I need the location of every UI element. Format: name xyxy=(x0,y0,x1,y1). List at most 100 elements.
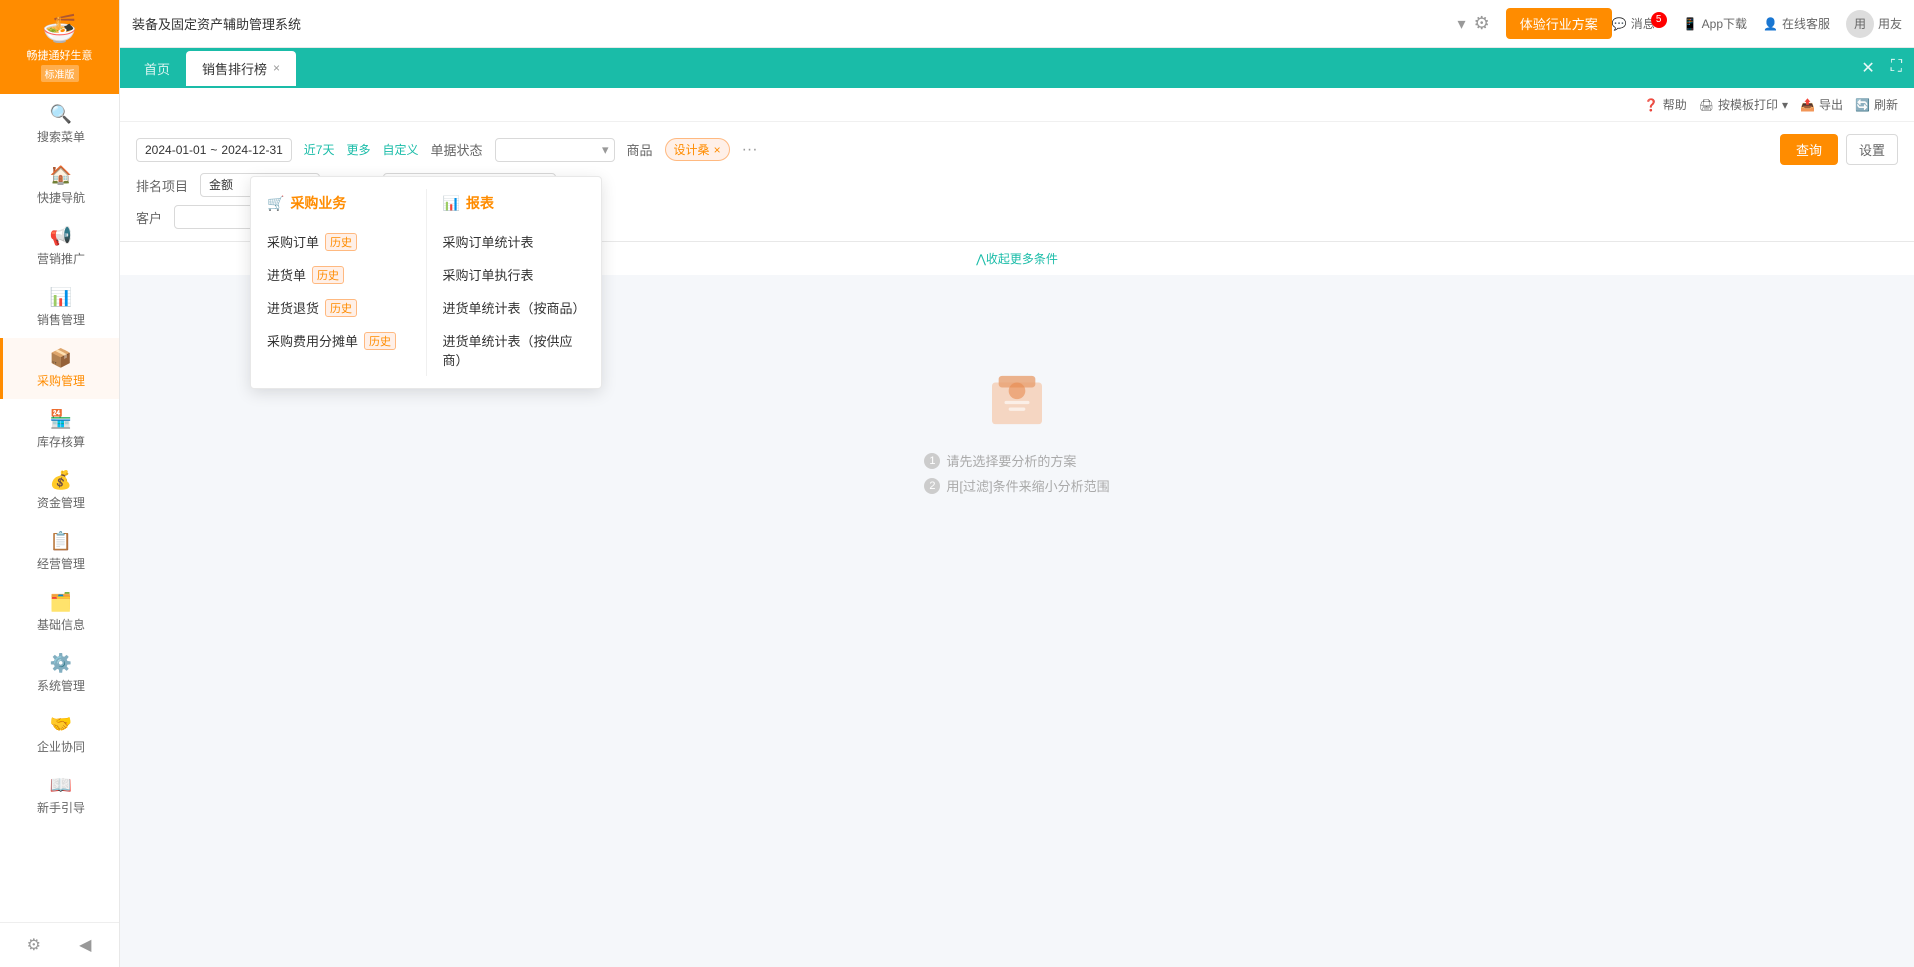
sidebar-item-inventory[interactable]: 🏪 库存核算 xyxy=(0,399,119,460)
menu-item-goods-return[interactable]: 进货退货 历史 xyxy=(259,291,418,324)
tabbar-icons: ✕ ⛶ xyxy=(1857,54,1906,82)
content-area: ❓ 帮助 🖨 按模板打印 ▾ 📤 导出 🔄 刷新 2024-01-01 xyxy=(120,88,1914,967)
sidebar-label-basic: 基础信息 xyxy=(37,616,85,633)
topbar-settings-icon[interactable]: ⚙ xyxy=(1474,13,1490,34)
menu-item-purchase-order[interactable]: 采购订单 历史 xyxy=(259,225,418,258)
sidebar-label-inventory: 库存核算 xyxy=(37,433,85,450)
refresh-icon: 🔄 xyxy=(1855,98,1870,112)
sidebar-icon-finance: 💰 xyxy=(50,470,72,491)
logo-text: 畅捷通好生意 xyxy=(27,49,93,63)
tabbar: 首页 销售排行榜 × ✕ ⛶ xyxy=(120,48,1914,88)
sidebar-item-guide[interactable]: 📖新手引导 xyxy=(0,765,119,826)
menu-item-report-4[interactable]: 进货单统计表（按供应商） xyxy=(435,324,594,376)
purchase-fee-badge: 历史 xyxy=(364,332,396,350)
purchase-order-label: 采购订单 xyxy=(267,232,319,251)
sidebar-icon-search: 🔍 xyxy=(50,104,72,125)
sidebar-item-purchase[interactable]: 📦 采购管理 xyxy=(0,338,119,399)
menu-item-purchase-fee[interactable]: 采购费用分摊单 历史 xyxy=(259,324,418,357)
sidebar: 🍜 畅捷通好生意 标准版 🔍搜索菜单🏠快捷导航📢营销推广📊销售管理📦采购管理🏪库… xyxy=(0,0,120,967)
date-quick-custom[interactable]: 自定义 xyxy=(383,141,419,158)
print-label: 按模板打印 xyxy=(1718,96,1778,113)
user-action[interactable]: 用 用友 xyxy=(1846,10,1902,38)
date-range-picker[interactable]: 2024-01-01 ~ 2024-12-31 xyxy=(136,138,292,162)
setting-button[interactable]: 设置 xyxy=(1846,134,1898,165)
menu-item-report-1[interactable]: 采购订单统计表 xyxy=(435,225,594,258)
sidebar-item-sales[interactable]: 📊 销售管理 xyxy=(0,277,119,338)
sidebar-item-enterprise[interactable]: 🤝企业协同 xyxy=(0,704,119,765)
date-quick-more[interactable]: 更多 xyxy=(346,141,370,158)
sidebar-item-search[interactable]: 🔍搜索菜单 xyxy=(0,94,119,155)
report-header-label: 报表 xyxy=(466,193,494,213)
status-select[interactable] xyxy=(495,138,615,162)
sidebar-nav: 🔍搜索菜单 🏠 快捷导航 📢 营销推广 📊 销售管理 📦 采购管理 🏪 库存核算 💰 资金管理 📋经营管理… xyxy=(0,94,119,922)
avatar-initials: 用 xyxy=(1854,15,1866,32)
menu-report-column: 📊 报表 采购订单统计表 采购订单执行表 进货单统计表（按商品） 进货单统计表（… xyxy=(426,189,602,376)
topbar-actions: 💬 消息 5 📱 App下载 👤 在线客服 用 用友 xyxy=(1612,10,1902,38)
main-area: 装备及固定资产辅助管理系统 ▾ ⚙ 体验行业方案 💬 消息 5 📱 App下载 … xyxy=(120,0,1914,967)
sidebar-item-marketing[interactable]: 📢 营销推广 xyxy=(0,216,119,277)
sidebar-icon-quick: 🏠 xyxy=(50,165,72,186)
sidebar-icon-system: ⚙️ xyxy=(50,653,72,674)
tab-close-icon[interactable]: × xyxy=(273,61,280,75)
sidebar-label-enterprise: 企业协同 xyxy=(37,738,85,755)
menu-report-header: 📊 报表 xyxy=(435,189,594,221)
app-download-action[interactable]: 📱 App下载 xyxy=(1683,15,1747,32)
goods-tag-text: 设计桑 xyxy=(674,141,710,158)
sidebar-item-system[interactable]: ⚙️ 系统管理 xyxy=(0,643,119,704)
tab-sales-rank-label: 销售排行榜 xyxy=(202,59,267,78)
sidebar-icon-inventory: 🏪 xyxy=(50,409,72,430)
avatar: 用 xyxy=(1846,10,1874,38)
empty-tips: 1 请先选择要分析的方案 2 用[过滤]条件来缩小分析范围 xyxy=(924,451,1109,501)
tab-home[interactable]: 首页 xyxy=(128,51,186,86)
topbar-dropdown-arrow[interactable]: ▾ xyxy=(1458,14,1466,34)
collapse-button[interactable]: ◀ xyxy=(60,931,112,959)
sidebar-footer: ⚙ ◀ xyxy=(0,922,119,967)
date-separator: ~ xyxy=(210,143,217,157)
sidebar-icon-purchase: 📦 xyxy=(50,348,72,369)
sidebar-label-sales: 销售管理 xyxy=(37,311,85,328)
goods-label: 商品 xyxy=(627,140,653,159)
menu-item-report-3[interactable]: 进货单统计表（按商品） xyxy=(435,291,594,324)
export-button[interactable]: 📤 导出 xyxy=(1800,96,1843,113)
print-button[interactable]: 🖨 按模板打印 ▾ xyxy=(1699,96,1788,113)
sidebar-item-operation[interactable]: 📋经营管理 xyxy=(0,521,119,582)
goods-tag[interactable]: 设计桑 × xyxy=(665,138,730,161)
date-quick-7days[interactable]: 近7天 xyxy=(304,141,335,158)
menu-item-goods-receipt[interactable]: 进货单 历史 xyxy=(259,258,418,291)
query-button[interactable]: 查询 xyxy=(1780,134,1838,165)
online-service-action[interactable]: 👤 在线客服 xyxy=(1763,15,1830,32)
purchase-header-icon: 🛒 xyxy=(267,195,284,212)
sidebar-label-quick: 快捷导航 xyxy=(37,189,85,206)
sidebar-item-basic[interactable]: 🗂️基础信息 xyxy=(0,582,119,643)
export-icon: 📤 xyxy=(1800,98,1815,112)
online-service-label: 在线客服 xyxy=(1782,15,1830,32)
settings-button[interactable]: ⚙ xyxy=(8,931,60,959)
dropdown-menu: 🛒 采购业务 采购订单 历史 进货单 历史 进货退货 历史 采购费用分摊单 xyxy=(250,176,602,389)
industry-btn[interactable]: 体验行业方案 xyxy=(1506,8,1612,39)
sidebar-icon-sales: 📊 xyxy=(50,287,72,308)
sidebar-item-quick[interactable]: 🏠 快捷导航 xyxy=(0,155,119,216)
refresh-button[interactable]: 🔄 刷新 xyxy=(1855,96,1898,113)
help-button[interactable]: ❓ 帮助 xyxy=(1644,96,1687,113)
goods-ellipsis[interactable]: ··· xyxy=(742,141,758,159)
notification-icon: 💬 xyxy=(1612,17,1627,31)
sidebar-label-marketing: 营销推广 xyxy=(37,250,85,267)
goods-tag-close[interactable]: × xyxy=(714,143,721,157)
tab-sales-rank[interactable]: 销售排行榜 × xyxy=(186,51,296,86)
sidebar-icon-marketing: 📢 xyxy=(50,226,72,247)
tip-num-1: 1 xyxy=(924,453,940,469)
menu-item-report-2[interactable]: 采购订单执行表 xyxy=(435,258,594,291)
tab-window-close[interactable]: ✕ xyxy=(1857,54,1878,82)
date-end: 2024-12-31 xyxy=(221,143,282,157)
menu-purchase-header: 🛒 采购业务 xyxy=(259,189,418,221)
sidebar-label-finance: 资金管理 xyxy=(37,494,85,511)
sidebar-item-finance[interactable]: 💰 资金管理 xyxy=(0,460,119,521)
goods-return-badge: 历史 xyxy=(325,299,357,317)
tab-window-expand[interactable]: ⛶ xyxy=(1887,54,1906,82)
notification-action[interactable]: 💬 消息 5 xyxy=(1612,15,1667,32)
sidebar-label-purchase: 采购管理 xyxy=(37,372,85,389)
goods-return-label: 进货退货 xyxy=(267,298,319,317)
sidebar-label-system: 系统管理 xyxy=(37,677,85,694)
service-icon: 👤 xyxy=(1763,17,1778,31)
export-label: 导出 xyxy=(1819,96,1843,113)
